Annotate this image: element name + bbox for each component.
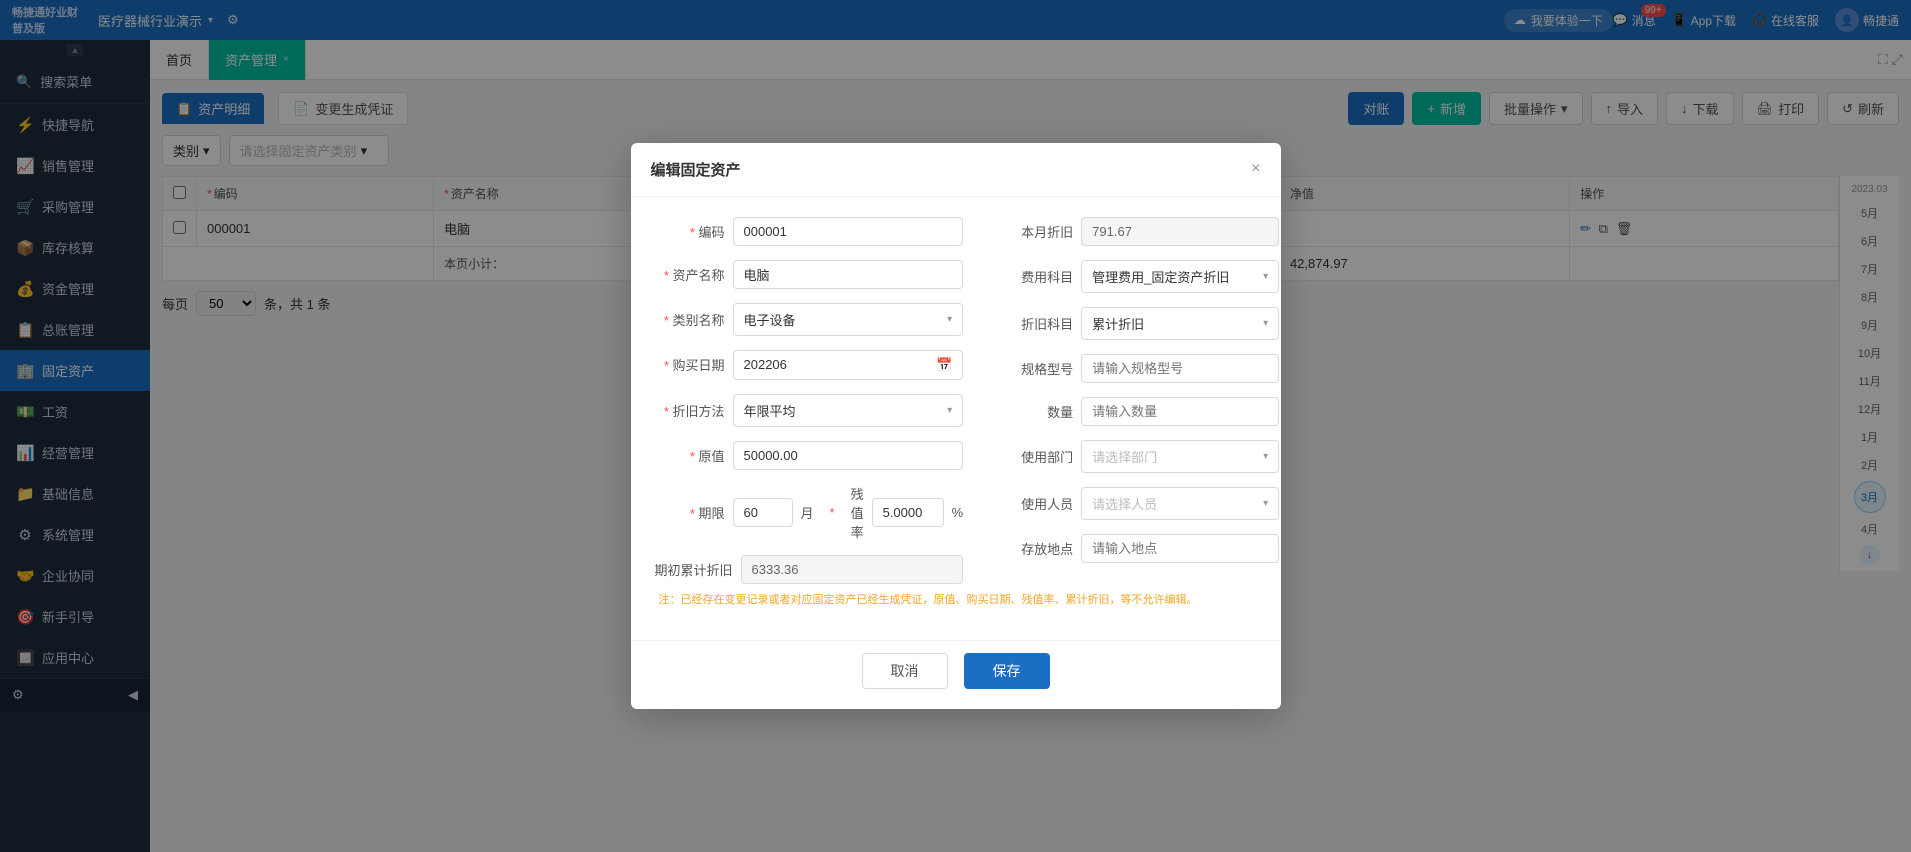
category-value: 电子设备 (744, 310, 796, 329)
modal-header: 编辑固定资产 × (631, 143, 1281, 197)
field-purchase-date: * 购买日期 202206 📅 (655, 350, 964, 380)
monthly-dep-input (1081, 217, 1279, 246)
field-asset-name: * 资产名称 (655, 260, 964, 289)
field-original-value: * 原值 (655, 441, 964, 470)
field-initial-acc-dep: 期初累计折旧 (655, 555, 964, 584)
dep-method-select[interactable]: 年限平均 ▾ (733, 394, 964, 427)
modal-close-btn[interactable]: × (1251, 160, 1260, 178)
modal-body: * 编码 * 资产名称 * 类别名称 电子设备 ▾ (631, 197, 1281, 641)
dep-subject-select[interactable]: 累计折旧 ▾ (1081, 307, 1279, 340)
location-input[interactable] (1081, 534, 1279, 563)
modal-title: 编辑固定资产 (651, 159, 741, 180)
period-input[interactable] (733, 498, 793, 527)
period-unit: 月 (801, 503, 814, 522)
category-chevron-icon: ▾ (947, 314, 952, 325)
purchase-date-value: 202206 (744, 357, 787, 372)
dep-subject-value: 累计折旧 (1092, 314, 1144, 333)
field-dep-method: * 折旧方法 年限平均 ▾ (655, 394, 964, 427)
modal-note: 注：已经存在变更记录或者对应固定资产已经生成凭证，原值、购买日期、残值率、累计折… (655, 592, 1257, 609)
salvage-unit: % (952, 505, 964, 520)
expense-subject-select[interactable]: 管理费用_固定资产折旧 ▾ (1081, 260, 1279, 293)
dept-chevron-icon: ▾ (1263, 451, 1268, 462)
modal-overlay: 编辑固定资产 × * 编码 * 资产名称 (0, 0, 1911, 852)
category-select-field[interactable]: 电子设备 ▾ (733, 303, 964, 336)
initial-acc-dep-input (741, 555, 964, 584)
dept-placeholder: 请选择部门 (1092, 447, 1157, 466)
expense-subject-chevron-icon: ▾ (1263, 271, 1268, 282)
salvage-star: * (830, 505, 835, 520)
field-monthly-dep: 本月折旧 (1003, 217, 1279, 246)
field-quantity: 数量 (1003, 397, 1279, 426)
purchase-date-input[interactable]: 202206 📅 (733, 350, 964, 380)
salvage-rate-input[interactable] (872, 498, 944, 527)
modal-footer: 取消 保存 (631, 640, 1281, 709)
field-expense-subject: 费用科目 管理费用_固定资产折旧 ▾ (1003, 260, 1279, 293)
field-category: * 类别名称 电子设备 ▾ (655, 303, 964, 336)
asset-name-input[interactable] (733, 260, 964, 289)
field-location: 存放地点 (1003, 534, 1279, 563)
dept-select[interactable]: 请选择部门 ▾ (1081, 440, 1279, 473)
calendar-icon: 📅 (936, 357, 952, 373)
dep-subject-chevron-icon: ▾ (1263, 318, 1268, 329)
edit-asset-modal: 编辑固定资产 × * 编码 * 资产名称 (631, 143, 1281, 710)
user-placeholder: 请选择人员 (1092, 494, 1157, 513)
dep-method-value: 年限平均 (744, 401, 796, 420)
field-dept: 使用部门 请选择部门 ▾ (1003, 440, 1279, 473)
original-value-input[interactable] (733, 441, 964, 470)
dep-method-chevron-icon: ▾ (947, 405, 952, 416)
field-code: * 编码 (655, 217, 964, 246)
save-button[interactable]: 保存 (964, 653, 1050, 689)
field-period-salvage: * 期限 月 * 残值率 % (655, 484, 964, 541)
user-select[interactable]: 请选择人员 ▾ (1081, 487, 1279, 520)
expense-subject-value: 管理费用_固定资产折旧 (1092, 267, 1229, 286)
salvage-label: 残值率 (851, 484, 864, 541)
quantity-input[interactable] (1081, 397, 1279, 426)
field-dep-subject: 折旧科目 累计折旧 ▾ (1003, 307, 1279, 340)
cancel-button[interactable]: 取消 (862, 653, 948, 689)
field-user: 使用人员 请选择人员 ▾ (1003, 487, 1279, 520)
field-spec-model: 规格型号 (1003, 354, 1279, 383)
spec-model-input[interactable] (1081, 354, 1279, 383)
code-input[interactable] (733, 217, 964, 246)
user-chevron-icon: ▾ (1263, 498, 1268, 509)
